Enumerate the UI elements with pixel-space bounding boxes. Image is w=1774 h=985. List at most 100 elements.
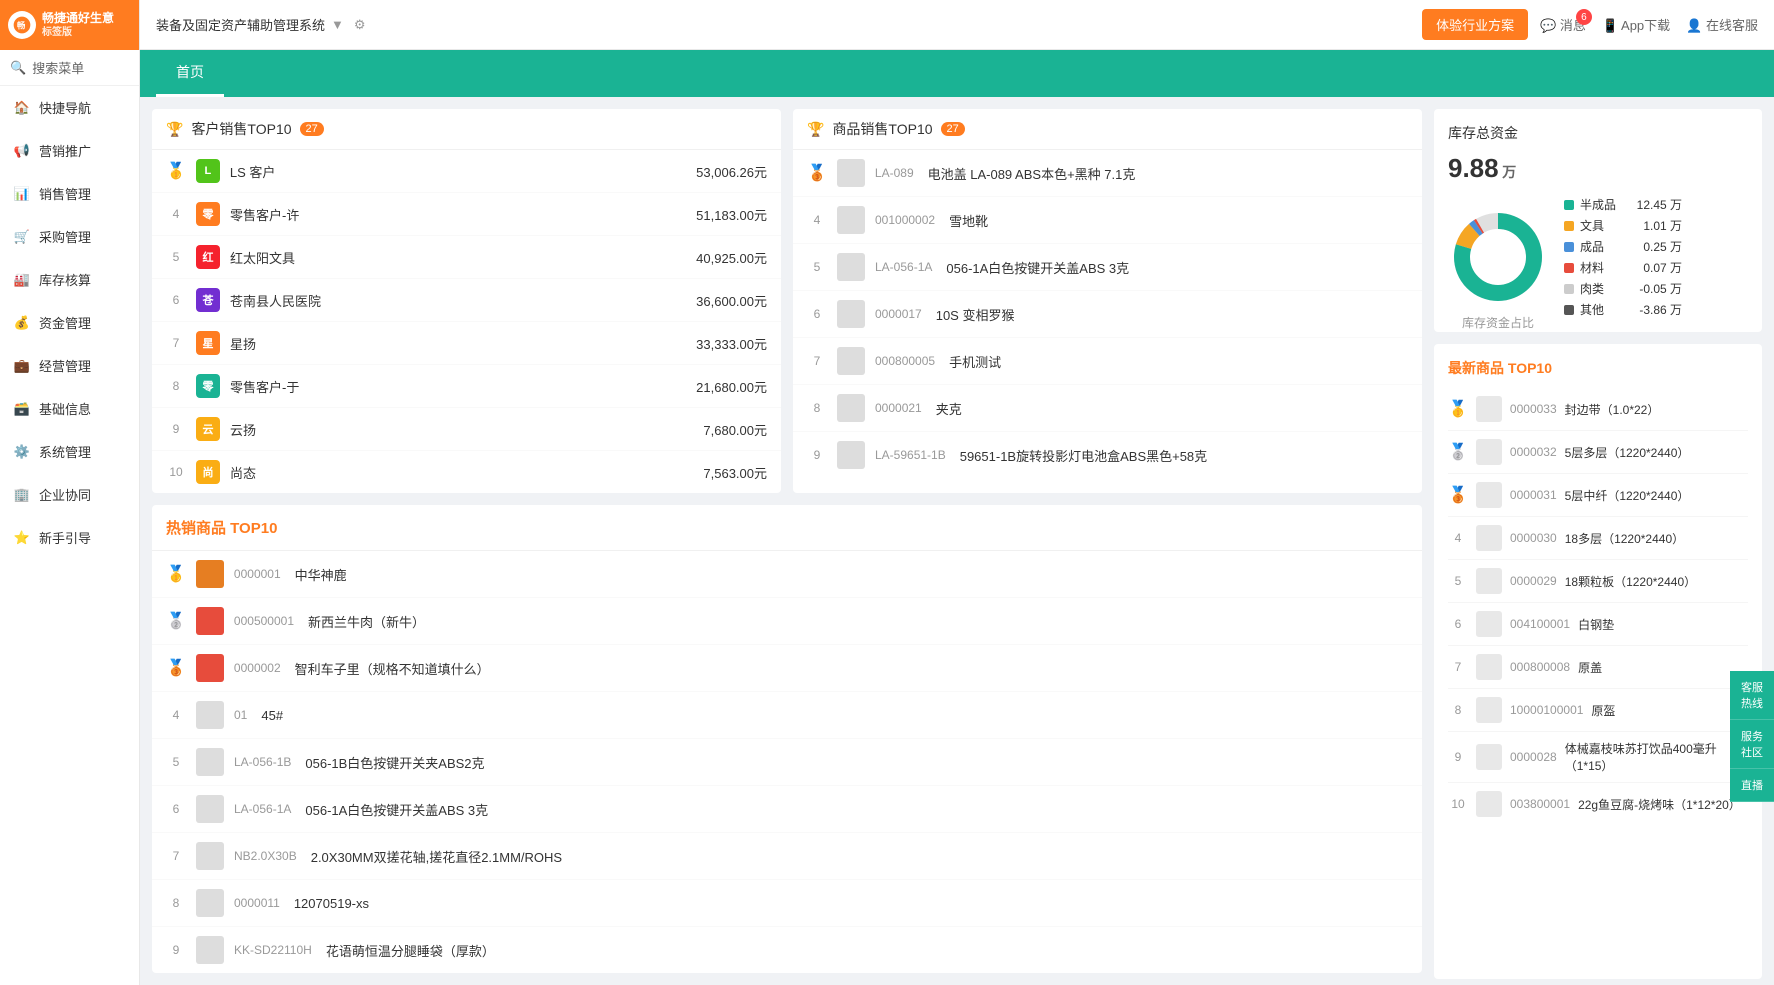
- product-name: 手机测试: [949, 352, 1408, 371]
- legend-value: 0.07 万: [1622, 259, 1682, 276]
- search-icon: 🔍: [10, 60, 26, 76]
- latest-product-img: [1476, 697, 1502, 723]
- hot-product-name: 056-1A白色按键开关盖ABS 3克: [305, 800, 1408, 819]
- product-img: [196, 560, 224, 588]
- sidebar-item-basic[interactable]: 🗃️ 基础信息: [0, 387, 139, 430]
- product-img: [196, 607, 224, 635]
- chevron-down-icon[interactable]: ▼: [331, 17, 344, 32]
- rank-number: 10: [166, 465, 186, 479]
- latest-product-row: 🥇 0000033 封边带（1.0*22）: [1448, 388, 1748, 431]
- float-btn-community[interactable]: 服务社区: [1730, 720, 1774, 769]
- legend-item: 文具 1.01 万: [1564, 217, 1682, 234]
- latest-product-row: 10 003800001 22g鱼豆腐-烧烤味（1*12*20）: [1448, 783, 1748, 825]
- float-buttons: 客服热线 服务社区 直播: [1730, 671, 1774, 802]
- hot-product-code: 0000001: [234, 567, 281, 581]
- product-sales-row: 4 001000002 雪地靴: [793, 197, 1422, 244]
- gold-medal-icon: 🥇: [166, 564, 186, 584]
- hot-product-code: 000500001: [234, 614, 294, 628]
- sidebar-item-label: 基础信息: [39, 399, 91, 418]
- app-download-label: App下载: [1621, 18, 1670, 33]
- legend-color-dot: [1564, 221, 1574, 231]
- latest-product-img: [1476, 525, 1502, 551]
- product-img-placeholder: [196, 889, 224, 917]
- rank-number: 10: [1448, 797, 1468, 811]
- product-code: 000800005: [875, 354, 935, 368]
- hot-product-row: 🥈 000500001 新西兰牛肉（新牛）: [152, 598, 1422, 645]
- rank-number: 7: [166, 336, 186, 350]
- latest-product-img: [1476, 568, 1502, 594]
- settings-icon[interactable]: ⚙: [354, 17, 366, 33]
- product-code: LA-089: [875, 166, 914, 180]
- customer-top10-badge: 27: [300, 122, 324, 136]
- legend-color-dot: [1564, 284, 1574, 294]
- rank-number: 5: [166, 755, 186, 769]
- hot-product-code: KK-SD22110H: [234, 943, 312, 957]
- rank-number: 6: [1448, 617, 1468, 631]
- nav-tabs: 首页: [140, 50, 1774, 97]
- customer-top10-body: 🥇 L LS 客户 53,006.26元 4 零 零售客户-许 51,183.0…: [152, 150, 781, 493]
- right-panel: 库存总资金 9.88 万: [1434, 97, 1774, 985]
- megaphone-icon: 📢: [13, 142, 31, 160]
- sidebar-item-label: 资金管理: [39, 313, 91, 332]
- product-sales-top10-badge: 27: [941, 122, 965, 136]
- float-btn-service[interactable]: 客服热线: [1730, 671, 1774, 720]
- product-code: 0000017: [875, 307, 922, 321]
- sidebar-item-label: 库存核算: [39, 270, 91, 289]
- sidebar-item-label: 销售管理: [39, 184, 91, 203]
- sidebar-item-sales[interactable]: 📊 销售管理: [0, 172, 139, 215]
- legend-item: 材料 0.07 万: [1564, 259, 1682, 276]
- product-img-placeholder: [196, 701, 224, 729]
- legend-value: 0.25 万: [1622, 238, 1682, 255]
- service-icon: 👤: [1686, 18, 1702, 33]
- latest-product-code: 0000032: [1510, 445, 1557, 459]
- sidebar-item-finance[interactable]: 💰 资金管理: [0, 301, 139, 344]
- app-download[interactable]: 📱 App下载: [1602, 15, 1670, 34]
- sidebar-item-purchase[interactable]: 🛒 采购管理: [0, 215, 139, 258]
- customer-top10-card: 🏆 客户销售TOP10 27 🥇 L LS 客户 53,006.26元 4 零 …: [152, 109, 781, 493]
- hot-product-row: 🥇 0000001 中华神鹿: [152, 551, 1422, 598]
- main-wrapper: 装备及固定资产辅助管理系统 ▼ ⚙ 体验行业方案 💬 消息 6 📱 App下载 …: [140, 0, 1774, 985]
- hot-product-row: 6 LA-056-1A 056-1A白色按键开关盖ABS 3克: [152, 786, 1422, 833]
- product-name: 雪地靴: [949, 211, 1408, 230]
- silver-medal-icon: 🥈: [1448, 442, 1468, 462]
- chart-icon: 📊: [13, 185, 31, 203]
- sidebar-search[interactable]: 🔍 搜索菜单: [0, 50, 139, 86]
- customer-row: 🥇 L LS 客户 53,006.26元: [152, 150, 781, 193]
- customer-top10-title: 客户销售TOP10: [191, 119, 291, 139]
- sidebar-item-marketing[interactable]: 📢 营销推广: [0, 129, 139, 172]
- hot-product-name: 智利车子里（规格不知道填什么）: [295, 659, 1408, 678]
- sidebar-item-system[interactable]: ⚙️ 系统管理: [0, 430, 139, 473]
- sidebar-item-label: 新手引导: [39, 528, 91, 547]
- sidebar-item-enterprise[interactable]: 🏢 企业协同: [0, 473, 139, 516]
- message-badge[interactable]: 💬 消息 6: [1540, 15, 1586, 34]
- rank-number: 6: [166, 293, 186, 307]
- legend-label: 肉类: [1580, 280, 1604, 297]
- customer-name: 红太阳文具: [230, 248, 686, 267]
- product-name: 056-1A白色按键开关盖ABS 3克: [946, 258, 1408, 277]
- inventory-caption: 库存资金占比: [1448, 314, 1548, 331]
- latest-product-name: 22g鱼豆腐-烧烤味（1*12*20）: [1578, 796, 1748, 813]
- sidebar-item-quicknav[interactable]: 🏠 快捷导航: [0, 86, 139, 129]
- legend-item: 成品 0.25 万: [1564, 238, 1682, 255]
- product-img-placeholder: [196, 936, 224, 964]
- chart-row: 库存资金占比 半成品 12.45 万 文具 1.01 万 成品 0.25 万 材…: [1448, 196, 1748, 318]
- hot-product-row: 7 NB2.0X30B 2.0X30MM双搓花轴,搓花直径2.1MM/ROHS: [152, 833, 1422, 880]
- sidebar-item-operations[interactable]: 💼 经营管理: [0, 344, 139, 387]
- product-sales-row: 6 0000017 10S 变相罗猴: [793, 291, 1422, 338]
- legend-value: -3.86 万: [1622, 301, 1682, 318]
- online-service[interactable]: 👤 在线客服: [1686, 15, 1758, 34]
- latest-product-name: 原盖: [1578, 659, 1748, 676]
- hot-product-code: LA-056-1B: [234, 755, 291, 769]
- try-plan-button[interactable]: 体验行业方案: [1422, 9, 1528, 40]
- float-btn-live[interactable]: 直播: [1730, 769, 1774, 802]
- sidebar-item-inventory[interactable]: 🏭 库存核算: [0, 258, 139, 301]
- rank-number: 8: [1448, 703, 1468, 717]
- hot-product-code: LA-056-1A: [234, 802, 291, 816]
- database-icon: 🗃️: [13, 400, 31, 418]
- hot-product-code: 01: [234, 708, 247, 722]
- hot-product-name: 新西兰牛肉（新牛）: [308, 612, 1408, 631]
- rank-number: 9: [166, 943, 186, 957]
- latest-product-row: 6 004100001 白钢垫: [1448, 603, 1748, 646]
- tab-home[interactable]: 首页: [156, 50, 224, 97]
- sidebar-item-guide[interactable]: ⭐ 新手引导: [0, 516, 139, 559]
